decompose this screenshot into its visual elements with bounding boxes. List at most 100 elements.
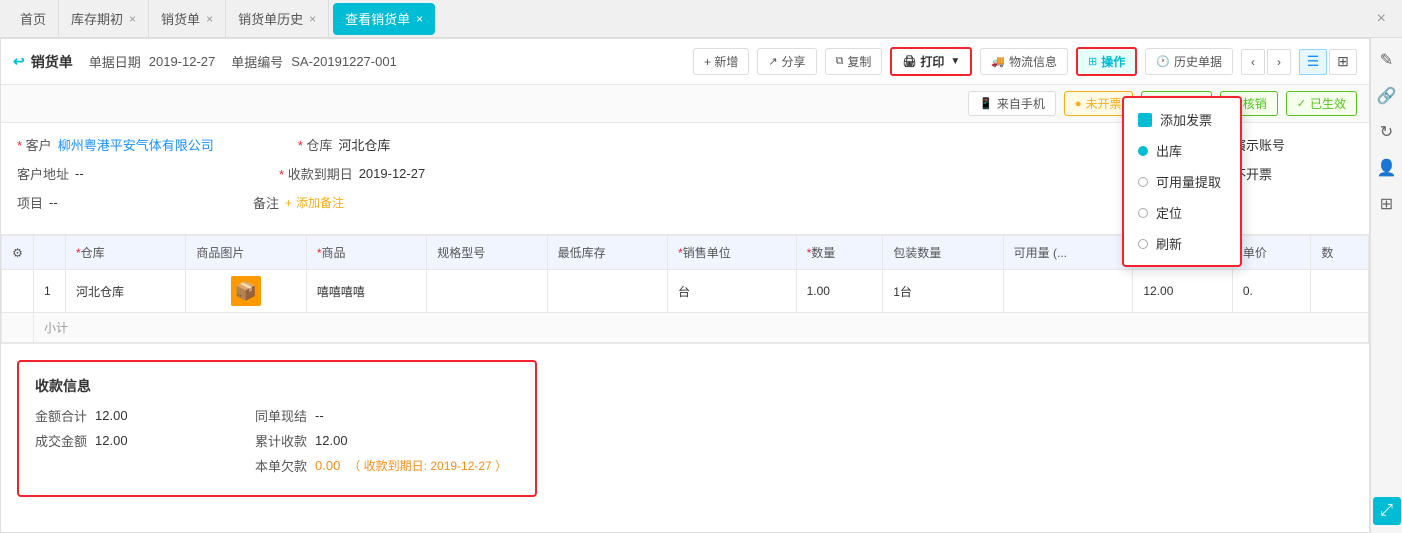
prev-arrow[interactable]: ‹ [1241, 49, 1265, 75]
print-button[interactable]: 🖨 打印 ▼ [890, 47, 972, 76]
grid-view-btn[interactable]: ⊞ [1329, 49, 1357, 75]
row-warehouse: 河北仓库 [66, 270, 186, 313]
order-debt-field [35, 456, 215, 475]
summary-section: 收款信息 金额合计 12.00 同单现结 -- 成交金额 12.00 [1, 344, 1369, 513]
order-debt-value-field: 本单欠款 0.00 （ 收款到期日: 2019-12-27 ） [255, 456, 507, 475]
sidebar-refresh-icon[interactable]: ↻ [1373, 118, 1401, 146]
ticket-icon: ● [1075, 98, 1082, 110]
copy-icon: ⧉ [836, 55, 844, 68]
available-pickup-menu-item[interactable]: 可用量提取 [1124, 166, 1240, 197]
operations-icon: ⊞ [1088, 55, 1097, 68]
tab-sales-history[interactable]: 销货单历史 × [226, 0, 329, 38]
available-header: 可用量 (... [1003, 236, 1133, 270]
print-dropdown-arrow: ▼ [950, 56, 960, 67]
row-unit-price: 0. [1232, 270, 1311, 313]
list-view-btn[interactable]: ☰ [1299, 49, 1327, 75]
effective-button[interactable]: ✓ 已生效 [1286, 91, 1357, 116]
close-check-sales[interactable]: × [416, 12, 423, 26]
refresh-menu-item[interactable]: 刷新 [1124, 228, 1240, 259]
row-product-img: 📦 [186, 270, 306, 313]
invoice-icon [1138, 113, 1152, 127]
close-sales-order[interactable]: × [206, 12, 213, 26]
sales-icon: ↩ [13, 53, 25, 70]
outbound-icon [1138, 146, 1148, 156]
operations-dropdown: 添加发票 出库 可用量提取 定位 刷新 [1122, 96, 1242, 267]
from-phone-button[interactable]: 📱 来自手机 [968, 91, 1056, 116]
row-spec [427, 270, 547, 313]
subtotal-row: 小计 [2, 313, 1369, 343]
tab-sales-order[interactable]: 销货单 × [149, 0, 226, 38]
subtotal-gear [2, 313, 34, 343]
phone-icon: 📱 [979, 97, 993, 110]
project-field: 项目 -- [17, 193, 169, 212]
row-pack-qty: 1台 [883, 270, 1003, 313]
history-button[interactable]: 🕐 历史单据 [1145, 48, 1233, 75]
row-current-stock: 12.00 [1133, 270, 1232, 313]
gear-header: ⚙ [2, 236, 34, 270]
sidebar-person-icon[interactable]: 👤 [1373, 154, 1401, 182]
add-note-button[interactable]: + 添加备注 [285, 194, 344, 211]
row-available [1003, 270, 1133, 313]
note-field: 备注 + 添加备注 [253, 193, 344, 212]
logistics-icon: 🚚 [991, 55, 1005, 68]
cumulative-receipts-field: 累计收款 12.00 [255, 431, 435, 450]
summary-row-1: 金额合计 12.00 同单现结 -- [35, 406, 519, 425]
refresh-icon [1138, 239, 1148, 249]
locate-icon [1138, 208, 1148, 218]
row-quantity: 1.00 [796, 270, 883, 313]
doc-meta: 单据日期 2019-12-27 单据编号 SA-20191227-001 [89, 52, 397, 71]
number-meta: 单据编号 SA-20191227-001 [231, 52, 397, 71]
tab-check-sales[interactable]: 查看销货单 × [333, 3, 435, 35]
sidebar-table-icon[interactable]: ⊞ [1373, 190, 1401, 218]
row-more [1311, 270, 1369, 313]
customer-value[interactable]: 柳州粤港平安气体有限公司 [58, 135, 214, 154]
sidebar-edit-icon[interactable]: ✎ [1373, 46, 1401, 74]
summary-row-3: 本单欠款 0.00 （ 收款到期日: 2019-12-27 ） [35, 456, 519, 475]
row-product: 嘻嘻嘻嘻 [306, 270, 426, 313]
payment-date-field: 收款到期日 2019-12-27 [279, 164, 479, 183]
sidebar-link-icon[interactable]: 🔗 [1373, 82, 1401, 110]
tab-inventory-init[interactable]: 库存期初 × [59, 0, 149, 38]
operations-button[interactable]: ⊞ 操作 [1076, 47, 1137, 76]
close-sales-history[interactable]: × [309, 12, 316, 26]
gear-icon[interactable]: ⚙ [12, 246, 23, 260]
staff-value: 演示账号 [1233, 135, 1353, 154]
close-inventory-init[interactable]: × [129, 12, 136, 26]
table-row: 1 河北仓库 📦 嘻嘻嘻嘻 台 1.00 1台 12.00 0. [2, 270, 1369, 313]
effective-icon: ✓ [1297, 97, 1306, 110]
more-header: 数 [1311, 236, 1369, 270]
row-min-stock [547, 270, 667, 313]
subtotal-label: 小计 [34, 313, 1369, 343]
product-img-header: 商品图片 [186, 236, 306, 270]
close-all-button[interactable]: × [1369, 10, 1394, 28]
outbound-menu-item[interactable]: 出库 [1124, 135, 1240, 166]
summary-title: 收款信息 [35, 376, 519, 396]
copy-button[interactable]: ⧉ 复制 [825, 48, 883, 75]
add-invoice-menu-item[interactable]: 添加发票 [1124, 104, 1240, 135]
print-icon: 🖨 [902, 55, 916, 68]
product-thumbnail: 📦 [231, 276, 261, 306]
locate-menu-item[interactable]: 定位 [1124, 197, 1240, 228]
next-arrow[interactable]: › [1267, 49, 1291, 75]
logistics-button[interactable]: 🚚 物流信息 [980, 48, 1068, 75]
same-order-settle-field: 同单现结 -- [255, 406, 435, 425]
sidebar-expand-icon[interactable]: ⤢ [1373, 497, 1401, 525]
warehouse-field: 仓库 河北仓库 [298, 135, 459, 154]
product-header: *商品 [306, 236, 426, 270]
total-amount-field: 金额合计 12.00 [35, 406, 215, 425]
min-stock-header: 最低库存 [547, 236, 667, 270]
warehouse-value: 河北仓库 [338, 135, 458, 154]
date-meta: 单据日期 2019-12-27 [89, 52, 216, 71]
add-button[interactable]: + 新增 [693, 48, 749, 75]
address-field: 客户地址 -- [17, 164, 195, 183]
row-gear [2, 270, 34, 313]
share-button[interactable]: ↗ 分享 [757, 48, 816, 75]
view-toggle: ☰ ⊞ [1299, 49, 1357, 75]
seq-header [34, 236, 66, 270]
tab-home[interactable]: 首页 [8, 0, 59, 38]
project-value: -- [49, 195, 169, 210]
payment-date-value: 2019-12-27 [359, 166, 479, 181]
ticket-value: 不开票 [1233, 164, 1353, 183]
spec-header: 规格型号 [427, 236, 547, 270]
note-label: 备注 [253, 193, 279, 212]
